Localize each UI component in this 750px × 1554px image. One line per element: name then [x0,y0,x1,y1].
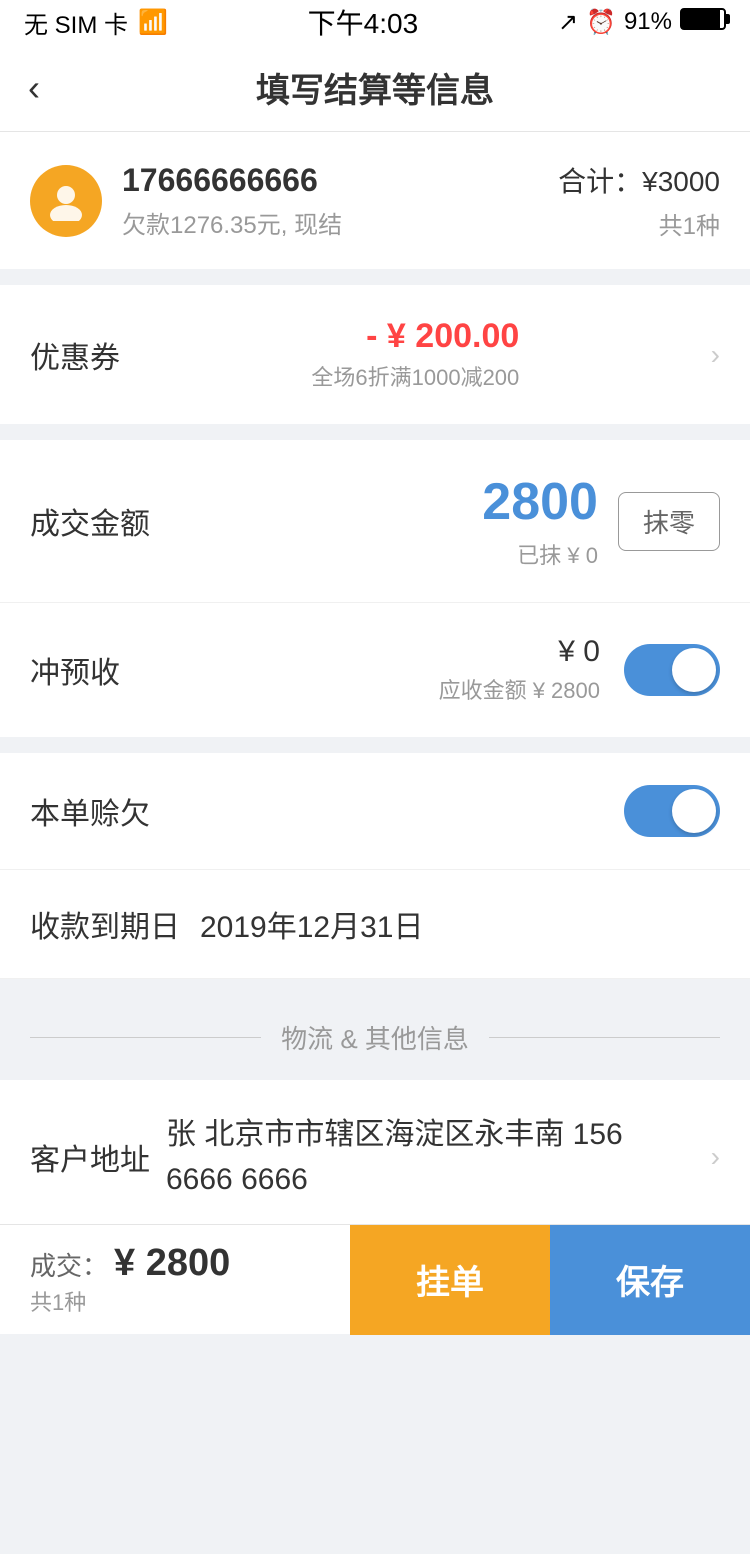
chevron-right-icon: › [711,339,720,371]
status-bar: 无 SIM 卡 📶 下午4:03 ↗ ⏰ 91% [0,0,750,44]
bottom-bar: 成交： ¥ 2800 共1种 挂单 保存 [0,1224,750,1334]
deal-count: 共1种 [30,1285,320,1317]
back-button[interactable]: ‹ [28,67,40,109]
main-content: 17666666666 欠款1276.35元, 现结 合计：¥3000 共1种 … [0,132,750,1554]
coupon-section: 优惠券 - ¥ 200.00 全场6折满1000减200 › [0,285,750,424]
address-label: 客户地址 [30,1135,150,1179]
coupon-value: - ¥ 200.00 [311,317,519,356]
round-button[interactable]: 抹零 [618,492,720,551]
status-bar-right: ↗ ⏰ 91% [558,8,726,37]
debt-toggle-knob [672,789,716,833]
coupon-right: - ¥ 200.00 全场6折满1000减200 [311,317,519,392]
amount-value-group: 2800 已抹 ¥ 0 [482,472,598,570]
toggle-knob [672,648,716,692]
amount-sub: 已抹 ¥ 0 [482,538,598,570]
prepaid-toggle[interactable] [624,644,720,696]
avatar [30,165,102,237]
amount-label: 成交金额 [30,499,150,543]
battery-icon [680,8,726,37]
due-date-label: 收款到期日 [30,902,180,946]
prepaid-right: ¥ 0 应收金额 ¥ 2800 [439,635,720,705]
customer-left: 17666666666 欠款1276.35元, 现结 [30,162,342,240]
pending-button[interactable]: 挂单 [350,1225,550,1335]
save-button[interactable]: 保存 [550,1225,750,1335]
customer-debt: 欠款1276.35元, 现结 [122,205,342,240]
nav-bar: ‹ 填写结算等信息 [0,44,750,132]
debt-toggle[interactable] [624,785,720,837]
address-chevron-icon: › [711,1141,720,1173]
prepaid-row: 冲预收 ¥ 0 应收金额 ¥ 2800 [0,603,750,737]
page-title: 填写结算等信息 [256,63,494,112]
wifi-icon: 📶 [138,8,168,37]
debt-label: 本单赊欠 [30,789,150,833]
prepaid-value-group: ¥ 0 应收金额 ¥ 2800 [439,635,600,705]
logistics-header: 物流 & 其他信息 [0,995,750,1080]
coupon-desc: 全场6折满1000减200 [311,360,519,392]
sim-label: 无 SIM 卡 [24,5,128,40]
debt-row: 本单赊欠 [0,753,750,870]
customer-phone: 17666666666 [122,162,342,199]
deal-row: 成交： ¥ 2800 [30,1242,320,1285]
prepaid-sub: 应收金额 ¥ 2800 [439,673,600,705]
prepaid-label: 冲预收 [30,648,120,692]
bottom-summary: 成交： ¥ 2800 共1种 [0,1242,350,1317]
due-date-row: 收款到期日 2019年12月31日 [0,870,750,979]
customer-total: 合计：¥3000 [558,160,720,200]
customer-count: 共1种 [558,206,720,241]
amount-section: 成交金额 2800 已抹 ¥ 0 抹零 冲预收 ¥ 0 应收金额 ¥ 2800 [0,440,750,737]
location-icon: ↗ [558,8,578,37]
amount-row: 成交金额 2800 已抹 ¥ 0 抹零 [0,440,750,603]
amount-right: 2800 已抹 ¥ 0 抹零 [482,472,720,570]
customer-info: 17666666666 欠款1276.35元, 现结 [122,162,342,240]
logistics-label: 物流 & 其他信息 [281,1019,469,1056]
prepaid-amount: ¥ 0 [439,635,600,669]
customer-card: 17666666666 欠款1276.35元, 现结 合计：¥3000 共1种 [0,132,750,269]
deal-amount: ¥ 2800 [114,1242,230,1285]
address-value: 张 北京市市辖区海淀区永丰南 156 6666 6666 [166,1112,695,1202]
address-row[interactable]: 客户地址 张 北京市市辖区海淀区永丰南 156 6666 6666 › [0,1080,750,1234]
amount-value: 2800 [482,472,598,532]
customer-right: 合计：¥3000 共1种 [558,160,720,241]
status-bar-left: 无 SIM 卡 📶 [24,5,168,40]
debt-section: 本单赊欠 收款到期日 2019年12月31日 [0,753,750,979]
alarm-icon: ⏰ [586,8,616,37]
battery-label: 91% [624,8,672,36]
status-bar-time: 下午4:03 [308,2,419,42]
deal-label: 成交： [30,1246,108,1283]
due-date-value: 2019年12月31日 [200,902,423,946]
coupon-row[interactable]: 优惠券 - ¥ 200.00 全场6折满1000减200 › [0,285,750,424]
coupon-label: 优惠券 [30,333,120,377]
